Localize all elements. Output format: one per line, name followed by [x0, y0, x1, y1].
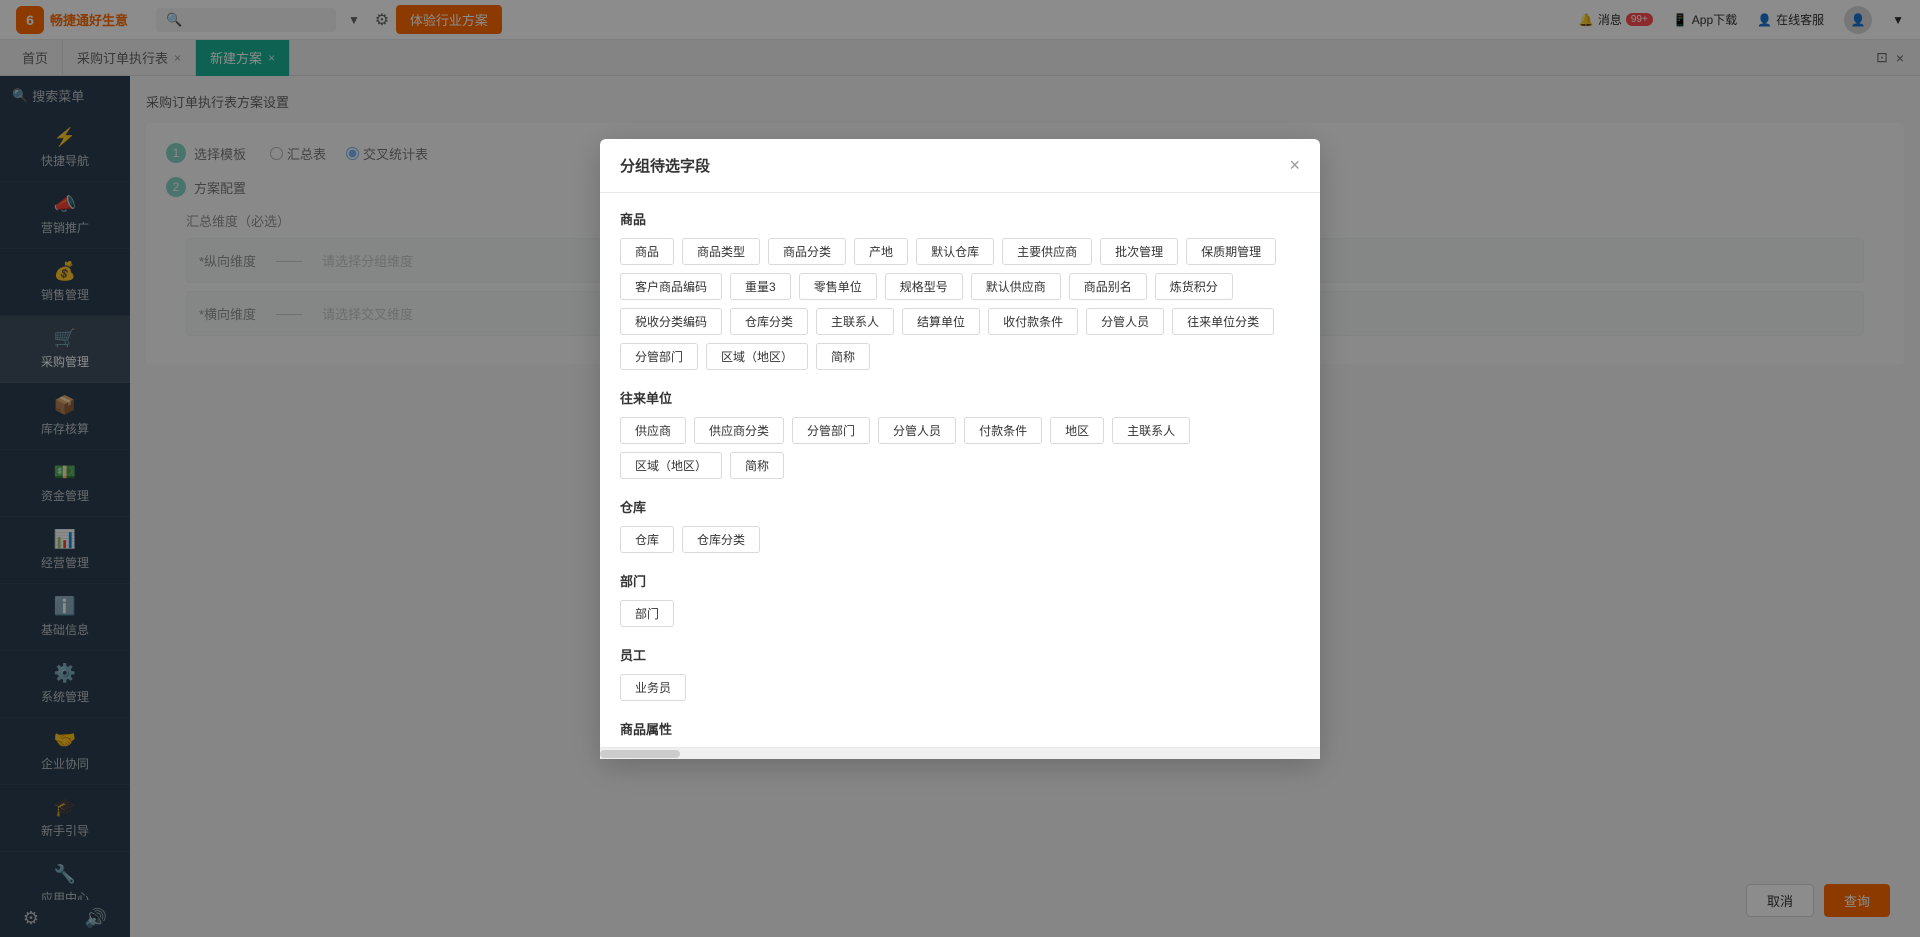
field-tag[interactable]: 商品 — [620, 238, 674, 265]
field-tag[interactable]: 客户商品编码 — [620, 273, 722, 300]
field-tag[interactable]: 产地 — [854, 238, 908, 265]
field-group-employee: 员工 业务员 — [620, 645, 1300, 701]
field-tag[interactable]: 收付款条件 — [988, 308, 1078, 335]
field-group-department-title: 部门 — [620, 571, 1300, 590]
field-tag[interactable]: 商品别名 — [1069, 273, 1147, 300]
field-tag[interactable]: 付款条件 — [964, 417, 1042, 444]
field-tag[interactable]: 结算单位 — [902, 308, 980, 335]
field-tag[interactable]: 往来单位分类 — [1172, 308, 1274, 335]
modal-overlay[interactable]: 分组待选字段 × 商品 商品 商品类型 商品分类 产地 默认仓库 主要供应商 批… — [0, 0, 1920, 937]
field-tag[interactable]: 默认仓库 — [916, 238, 994, 265]
field-tag[interactable]: 批次管理 — [1100, 238, 1178, 265]
field-tag[interactable]: 税收分类编码 — [620, 308, 722, 335]
modal-title: 分组待选字段 — [620, 155, 710, 176]
field-tags-partner: 供应商 供应商分类 分管部门 分管人员 付款条件 地区 主联系人 区域（地区） … — [620, 417, 1300, 479]
field-tag[interactable]: 区域（地区） — [706, 343, 808, 370]
field-group-partner: 往来单位 供应商 供应商分类 分管部门 分管人员 付款条件 地区 主联系人 区域… — [620, 388, 1300, 479]
field-group-product-title: 商品 — [620, 209, 1300, 228]
field-tags-product: 商品 商品类型 商品分类 产地 默认仓库 主要供应商 批次管理 保质期管理 客户… — [620, 238, 1300, 370]
field-tag[interactable]: 分管人员 — [878, 417, 956, 444]
modal-body: 商品 商品 商品类型 商品分类 产地 默认仓库 主要供应商 批次管理 保质期管理… — [600, 193, 1320, 747]
field-tag[interactable]: 重量3 — [730, 273, 791, 300]
field-tags-warehouse: 仓库 仓库分类 — [620, 526, 1300, 553]
field-tag[interactable]: 区域（地区） — [620, 452, 722, 479]
field-tag[interactable]: 地区 — [1050, 417, 1104, 444]
field-tag[interactable]: 业务员 — [620, 674, 686, 701]
field-tag[interactable]: 主联系人 — [1112, 417, 1190, 444]
field-group-product-attr: 商品属性 属性 颜色 多规格 尺码 鞋码 1 — [620, 719, 1300, 747]
field-tag[interactable]: 保质期管理 — [1186, 238, 1276, 265]
field-tag[interactable]: 部门 — [620, 600, 674, 627]
field-tag[interactable]: 简称 — [816, 343, 870, 370]
field-group-product: 商品 商品 商品类型 商品分类 产地 默认仓库 主要供应商 批次管理 保质期管理… — [620, 209, 1300, 370]
field-tag[interactable]: 主联系人 — [816, 308, 894, 335]
field-tag[interactable]: 仓库分类 — [730, 308, 808, 335]
field-group-product-attr-title: 商品属性 — [620, 719, 1300, 738]
modal-close-button[interactable]: × — [1289, 155, 1300, 176]
field-tag[interactable]: 主要供应商 — [1002, 238, 1092, 265]
field-tag[interactable]: 简称 — [730, 452, 784, 479]
field-tag[interactable]: 仓库分类 — [682, 526, 760, 553]
field-tag[interactable]: 供应商 — [620, 417, 686, 444]
field-tag[interactable]: 仓库 — [620, 526, 674, 553]
field-tag[interactable]: 规格型号 — [885, 273, 963, 300]
field-tag[interactable]: 供应商分类 — [694, 417, 784, 444]
modal-hscroll-thumb[interactable] — [600, 750, 680, 758]
field-tag[interactable]: 分管部门 — [620, 343, 698, 370]
modal-header: 分组待选字段 × — [600, 139, 1320, 193]
field-tag[interactable]: 零售单位 — [799, 273, 877, 300]
field-group-partner-title: 往来单位 — [620, 388, 1300, 407]
field-tag[interactable]: 炼货积分 — [1155, 273, 1233, 300]
field-tag[interactable]: 商品分类 — [768, 238, 846, 265]
field-tag[interactable]: 默认供应商 — [971, 273, 1061, 300]
field-group-department: 部门 部门 — [620, 571, 1300, 627]
field-tags-employee: 业务员 — [620, 674, 1300, 701]
field-tag[interactable]: 商品类型 — [682, 238, 760, 265]
field-group-warehouse: 仓库 仓库 仓库分类 — [620, 497, 1300, 553]
field-select-modal: 分组待选字段 × 商品 商品 商品类型 商品分类 产地 默认仓库 主要供应商 批… — [600, 139, 1320, 759]
field-tags-department: 部门 — [620, 600, 1300, 627]
modal-horizontal-scrollbar[interactable] — [600, 747, 1320, 759]
field-tag[interactable]: 分管人员 — [1086, 308, 1164, 335]
field-group-employee-title: 员工 — [620, 645, 1300, 664]
field-tag[interactable]: 分管部门 — [792, 417, 870, 444]
field-group-warehouse-title: 仓库 — [620, 497, 1300, 516]
